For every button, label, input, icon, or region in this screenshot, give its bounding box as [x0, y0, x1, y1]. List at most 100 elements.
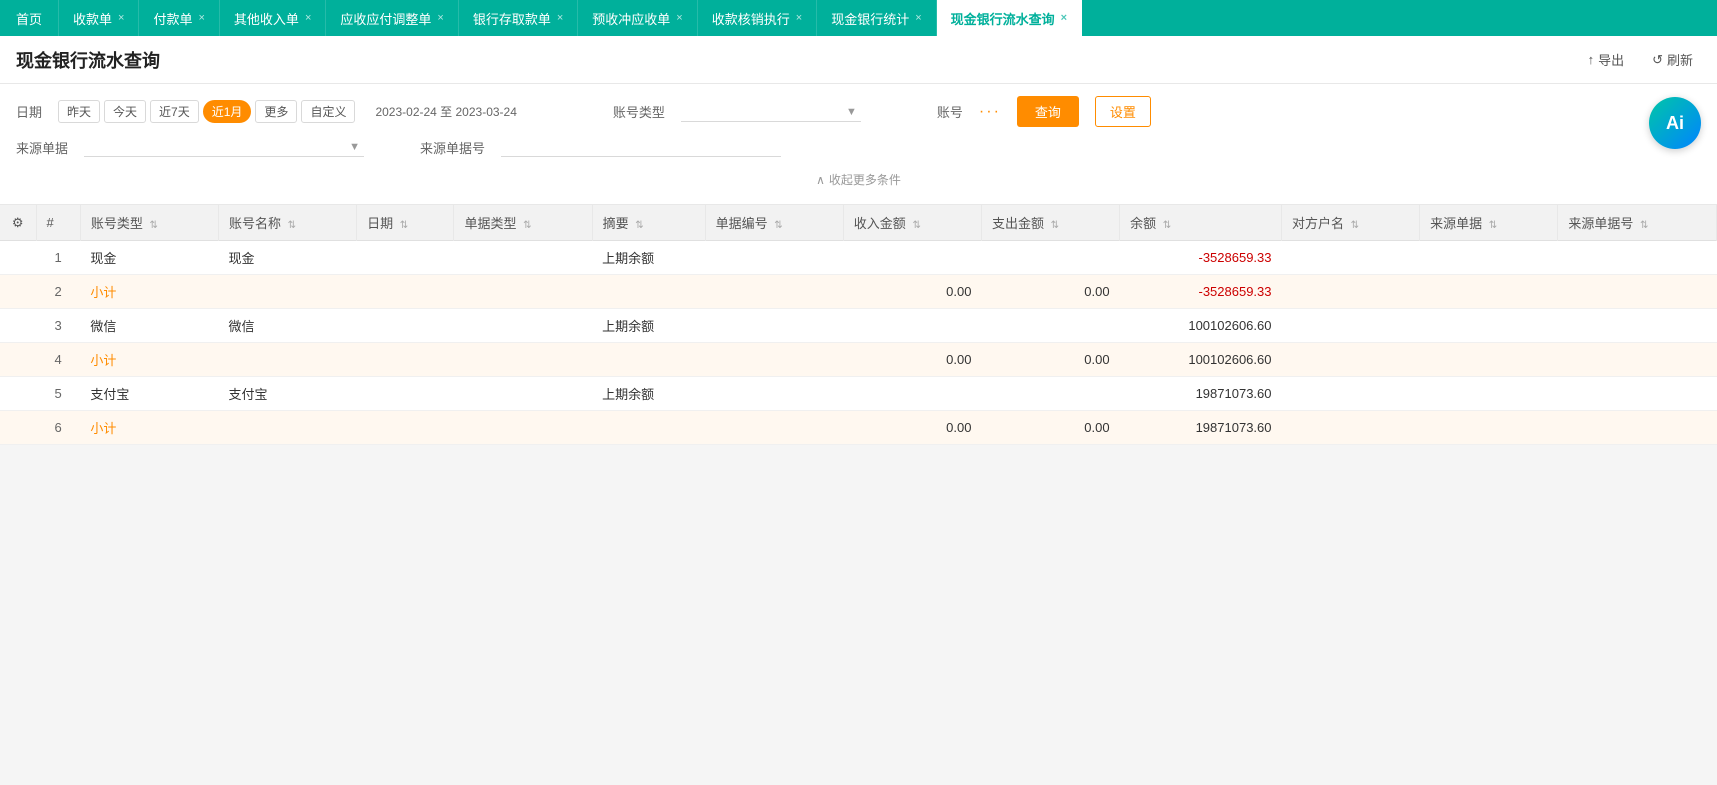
th-date[interactable]: 日期 ⇅ — [357, 205, 454, 241]
date-btn-today[interactable]: 今天 — [104, 100, 146, 123]
close-icon-3[interactable]: × — [437, 12, 443, 24]
cell-index: 1 — [36, 241, 80, 275]
th-index[interactable]: # — [36, 205, 80, 241]
cell-balance: 100102606.60 — [1120, 309, 1282, 343]
source-doc-no-label: 来源单据号 — [420, 138, 485, 157]
cell-account-type: 小计 — [80, 411, 218, 445]
ai-assistant-button[interactable]: Ai — [1649, 97, 1701, 149]
date-btn-1month[interactable]: 近1月 — [203, 100, 252, 123]
cell-date — [357, 309, 454, 343]
settings-button[interactable]: 设置 — [1095, 96, 1151, 127]
date-label: 日期 — [16, 102, 42, 121]
table-row: 6 小计 0.00 0.00 19871073.60 — [0, 411, 1717, 445]
nav-tab-6[interactable]: 收款核销执行 × — [698, 0, 817, 36]
cell-account-name: 微信 — [218, 309, 356, 343]
header-actions: ↑ 导出 ↺ 刷新 — [1580, 46, 1701, 73]
nav-home[interactable]: 首页 — [0, 0, 59, 36]
cell-expense — [981, 241, 1119, 275]
cell-gear — [0, 411, 36, 445]
cell-date — [357, 241, 454, 275]
sort-icon-date: ⇅ — [400, 220, 408, 231]
cell-account-name: 现金 — [218, 241, 356, 275]
th-doc-type[interactable]: 单据类型 ⇅ — [454, 205, 592, 241]
export-button[interactable]: ↑ 导出 — [1580, 46, 1633, 73]
close-icon-7[interactable]: × — [915, 12, 921, 24]
table-body: 1 现金 现金 上期余额 -3528659.33 2 小计 0.00 0.00 … — [0, 241, 1717, 445]
th-gear[interactable]: ⚙ — [0, 205, 36, 241]
th-source-doc-no[interactable]: 来源单据号 ⇅ — [1558, 205, 1717, 241]
nav-tab-4[interactable]: 银行存取款单 × — [459, 0, 578, 36]
th-source-doc[interactable]: 来源单据 ⇅ — [1420, 205, 1558, 241]
th-income[interactable]: 收入金额 ⇅ — [843, 205, 981, 241]
close-icon-6[interactable]: × — [796, 12, 802, 24]
nav-tab-7[interactable]: 现金银行统计 × — [817, 0, 936, 36]
close-icon-4[interactable]: × — [557, 12, 563, 24]
account-dots-button[interactable]: ··· — [979, 103, 1001, 121]
close-icon-5[interactable]: × — [676, 12, 682, 24]
source-doc-no-input[interactable] — [501, 137, 781, 157]
cell-doc-no — [705, 411, 843, 445]
cell-counterparty — [1282, 241, 1420, 275]
cell-source-doc-no — [1558, 275, 1717, 309]
cell-income: 0.00 — [843, 411, 981, 445]
collapse-bar[interactable]: ∧ 收起更多条件 — [16, 167, 1701, 192]
nav-tab-8[interactable]: 现金银行流水查询 × — [937, 0, 1082, 36]
cell-index: 2 — [36, 275, 80, 309]
sort-icon-expense: ⇅ — [1051, 220, 1059, 231]
th-account-name[interactable]: 账号名称 ⇅ — [218, 205, 356, 241]
cell-index: 4 — [36, 343, 80, 377]
close-icon-1[interactable]: × — [198, 12, 204, 24]
refresh-button[interactable]: ↺ 刷新 — [1644, 46, 1701, 73]
close-icon-2[interactable]: × — [305, 12, 311, 24]
th-summary[interactable]: 摘要 ⇅ — [592, 205, 705, 241]
refresh-icon: ↺ — [1652, 52, 1663, 68]
cell-gear — [0, 275, 36, 309]
cell-date — [357, 411, 454, 445]
filter-row-2: 来源单据 ▼ 来源单据号 — [16, 137, 1701, 157]
cell-source-doc-no — [1558, 377, 1717, 411]
cell-gear — [0, 309, 36, 343]
th-doc-no[interactable]: 单据编号 ⇅ — [705, 205, 843, 241]
query-button[interactable]: 查询 — [1017, 96, 1079, 127]
source-doc-select[interactable] — [84, 137, 364, 157]
sort-icon-source-doc-no: ⇅ — [1640, 220, 1648, 231]
cell-counterparty — [1282, 343, 1420, 377]
cell-summary — [592, 411, 705, 445]
data-table: ⚙ # 账号类型 ⇅ 账号名称 ⇅ 日期 ⇅ 单据类型 — [0, 205, 1717, 445]
cell-doc-no — [705, 241, 843, 275]
cell-balance: 19871073.60 — [1120, 411, 1282, 445]
date-btn-more[interactable]: 更多 — [255, 100, 297, 123]
nav-tab-5[interactable]: 预收冲应收单 × — [578, 0, 697, 36]
cell-expense: 0.00 — [981, 343, 1119, 377]
cell-gear — [0, 241, 36, 275]
th-account-type[interactable]: 账号类型 ⇅ — [80, 205, 218, 241]
cell-source-doc-no — [1558, 411, 1717, 445]
cell-expense — [981, 377, 1119, 411]
nav-tab-3[interactable]: 应收应付调整单 × — [326, 0, 458, 36]
cell-account-type: 小计 — [80, 343, 218, 377]
cell-index: 3 — [36, 309, 80, 343]
nav-tab-2[interactable]: 其他收入单 × — [220, 0, 326, 36]
account-type-select[interactable] — [681, 102, 861, 122]
nav-tab-1[interactable]: 付款单 × — [139, 0, 219, 36]
table-container: ⚙ # 账号类型 ⇅ 账号名称 ⇅ 日期 ⇅ 单据类型 — [0, 205, 1717, 445]
sort-icon-source-doc: ⇅ — [1489, 220, 1497, 231]
cell-summary: 上期余额 — [592, 377, 705, 411]
date-btn-7days[interactable]: 近7天 — [150, 100, 199, 123]
nav-tab-0[interactable]: 收款单 × — [59, 0, 139, 36]
date-btn-custom[interactable]: 自定义 — [301, 100, 355, 123]
cell-income — [843, 309, 981, 343]
close-icon-0[interactable]: × — [118, 12, 124, 24]
sort-icon-counterparty: ⇅ — [1351, 220, 1359, 231]
cell-source-doc — [1420, 343, 1558, 377]
th-counterparty[interactable]: 对方户名 ⇅ — [1282, 205, 1420, 241]
cell-doc-type — [454, 309, 592, 343]
th-expense[interactable]: 支出金额 ⇅ — [981, 205, 1119, 241]
table-header: ⚙ # 账号类型 ⇅ 账号名称 ⇅ 日期 ⇅ 单据类型 — [0, 205, 1717, 241]
cell-counterparty — [1282, 275, 1420, 309]
cell-date — [357, 343, 454, 377]
date-btn-yesterday[interactable]: 昨天 — [58, 100, 100, 123]
th-balance[interactable]: 余额 ⇅ — [1120, 205, 1282, 241]
close-icon-8[interactable]: × — [1061, 12, 1067, 24]
cell-balance: 19871073.60 — [1120, 377, 1282, 411]
